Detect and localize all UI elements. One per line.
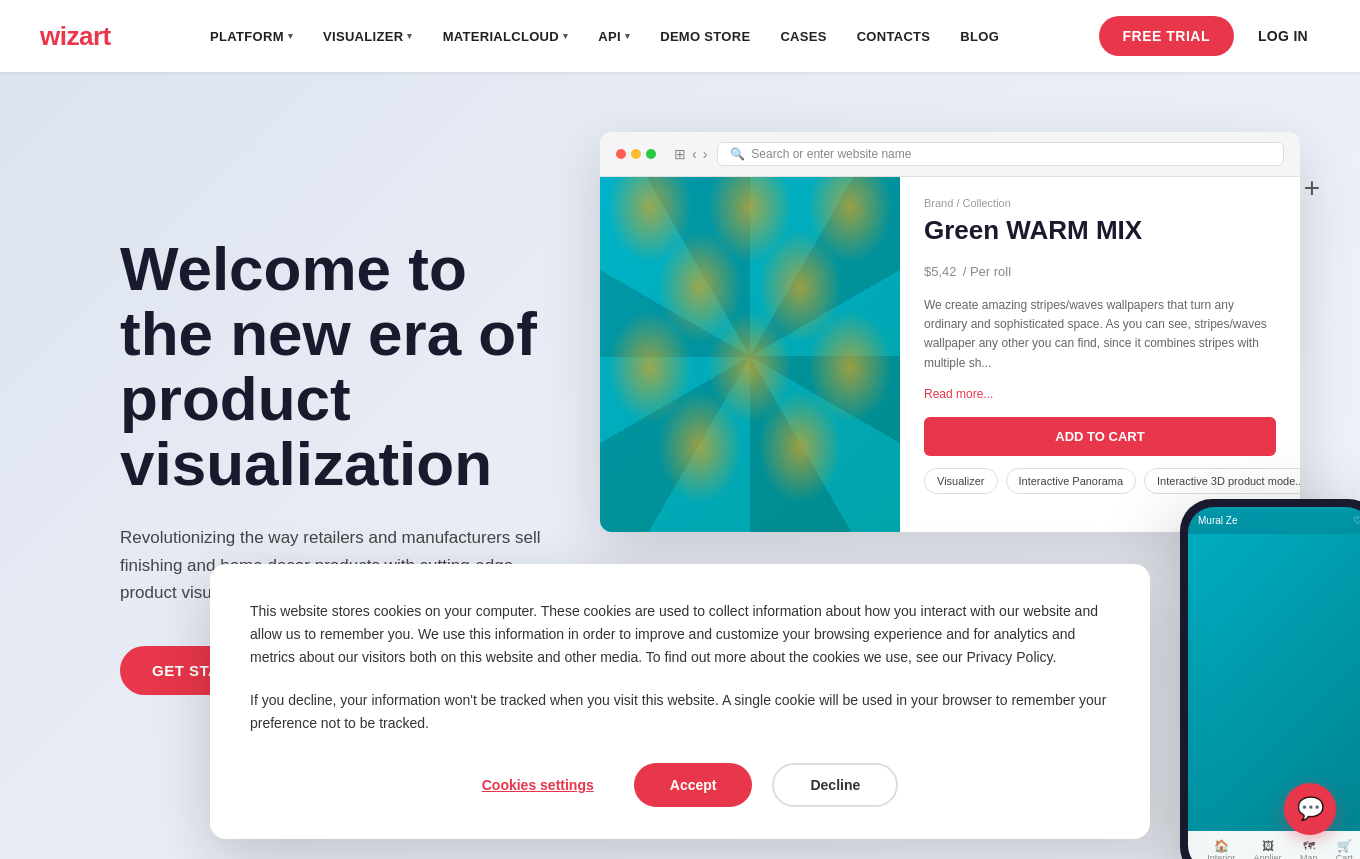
chevron-down-icon: ▾ (288, 31, 293, 41)
phone-product-bg (1188, 534, 1360, 831)
tab-panorama[interactable]: Interactive Panorama (1006, 468, 1137, 494)
search-icon: 🔍 (730, 147, 745, 161)
nav-item-visualizer[interactable]: VISUALIZER ▾ (311, 21, 425, 52)
phone-icon-interior[interactable]: 🏠 Interior (1207, 839, 1235, 859)
nav-item-cases[interactable]: CASES (768, 21, 838, 52)
nav-label: VISUALIZER (323, 29, 403, 44)
hero-title: Welcome to the new era of product visual… (120, 236, 560, 496)
wallpaper-overlay (600, 177, 900, 532)
url-text: Search or enter website name (751, 147, 911, 161)
nav-item-platform[interactable]: PLATFORM ▾ (198, 21, 305, 52)
browser-body: Brand / Collection Green WARM MIX $5,42 … (600, 177, 1300, 532)
plus-icon: + (1304, 172, 1320, 204)
grid-icon: ⊞ (674, 146, 686, 162)
interior-icon: 🏠 (1207, 839, 1235, 853)
dot-green (646, 149, 656, 159)
login-button[interactable]: LOG IN (1246, 20, 1320, 52)
phone-bottom-bar: 🏠 Interior 🖼 Applier 🗺 Map 🛒 (1188, 831, 1360, 859)
cookie-text-primary: This website stores cookies on your comp… (250, 600, 1110, 669)
nav-item-blog[interactable]: BLOG (948, 21, 1011, 52)
logo[interactable]: wizart (40, 21, 111, 52)
nav-label: MATERIALCLOUD (443, 29, 559, 44)
product-name: Green WARM MIX (924, 215, 1276, 246)
browser-mockup: ⊞ ‹ › 🔍 Search or enter website name Bra… (600, 132, 1300, 532)
browser-dots (616, 149, 656, 159)
phone-product-area (1188, 534, 1360, 831)
dot-red (616, 149, 626, 159)
accept-button[interactable]: Accept (634, 763, 753, 807)
cookie-banner: This website stores cookies on your comp… (210, 564, 1150, 839)
browser-bar: ⊞ ‹ › 🔍 Search or enter website name (600, 132, 1300, 177)
product-image (600, 177, 900, 532)
phone-heart-icon: ♡ (1353, 515, 1360, 526)
browser-icons: ⊞ ‹ › (674, 146, 707, 162)
product-breadcrumb: Brand / Collection (924, 197, 1276, 209)
add-to-cart-button[interactable]: ADD TO CART (924, 417, 1276, 456)
dot-yellow (631, 149, 641, 159)
nav-label: CONTACTS (857, 29, 931, 44)
nav-links: PLATFORM ▾ VISUALIZER ▾ MATERIALCLOUD ▾ … (198, 21, 1011, 52)
nav-item-contacts[interactable]: CONTACTS (845, 21, 943, 52)
product-price: $5,42 / Per roll (924, 256, 1276, 282)
applier-icon: 🖼 (1254, 839, 1282, 853)
nav-label: PLATFORM (210, 29, 284, 44)
chevron-down-icon: ▾ (563, 31, 568, 41)
product-tabs: Visualizer Interactive Panorama Interact… (924, 468, 1276, 494)
read-more-link[interactable]: Read more... (924, 387, 1276, 401)
cookie-actions: Cookies settings Accept Decline (250, 763, 1110, 807)
nav-item-materialcloud[interactable]: MATERIALCLOUD ▾ (431, 21, 581, 52)
forward-icon: › (703, 146, 708, 162)
nav-actions: FREE TRIAL LOG IN (1099, 16, 1320, 56)
nav-item-demo-store[interactable]: DEMO STORE (648, 21, 762, 52)
tab-visualizer[interactable]: Visualizer (924, 468, 998, 494)
tab-3d[interactable]: Interactive 3D product mode... (1144, 468, 1300, 494)
nav-label: API (598, 29, 621, 44)
applier-label: Applier (1254, 853, 1282, 859)
decline-button[interactable]: Decline (772, 763, 898, 807)
navbar: wizart PLATFORM ▾ VISUALIZER ▾ MATERIALC… (0, 0, 1360, 72)
nav-item-api[interactable]: API ▾ (586, 21, 642, 52)
nav-label: DEMO STORE (660, 29, 750, 44)
chevron-down-icon: ▾ (625, 31, 630, 41)
chat-bubble-button[interactable]: 💬 (1284, 783, 1336, 835)
map-icon: 🗺 (1300, 839, 1318, 853)
product-description: We create amazing stripes/waves wallpape… (924, 296, 1276, 373)
phone-icon-map[interactable]: 🗺 Map (1300, 839, 1318, 859)
phone-top-bar: Mural Ze ♡ (1188, 507, 1360, 534)
map-label: Map (1300, 853, 1318, 859)
cart-icon: 🛒 (1336, 839, 1353, 853)
free-trial-button[interactable]: FREE TRIAL (1099, 16, 1234, 56)
nav-label: CASES (780, 29, 826, 44)
interior-label: Interior (1207, 853, 1235, 859)
phone-icon-cart[interactable]: 🛒 Cart (1336, 839, 1353, 859)
back-icon: ‹ (692, 146, 697, 162)
browser-url: 🔍 Search or enter website name (717, 142, 1284, 166)
chevron-down-icon: ▾ (407, 31, 412, 41)
price-unit: / Per roll (963, 264, 1011, 279)
nav-label: BLOG (960, 29, 999, 44)
phone-icon-applier[interactable]: 🖼 Applier (1254, 839, 1282, 859)
price-value: $5,42 (924, 264, 957, 279)
chat-icon: 💬 (1297, 796, 1324, 822)
phone-label: Mural Ze (1198, 515, 1237, 526)
cart-label: Cart (1336, 853, 1353, 859)
cookie-text-secondary: If you decline, your information won't b… (250, 689, 1110, 735)
cookies-settings-button[interactable]: Cookies settings (462, 765, 614, 805)
product-info: Brand / Collection Green WARM MIX $5,42 … (900, 177, 1300, 532)
